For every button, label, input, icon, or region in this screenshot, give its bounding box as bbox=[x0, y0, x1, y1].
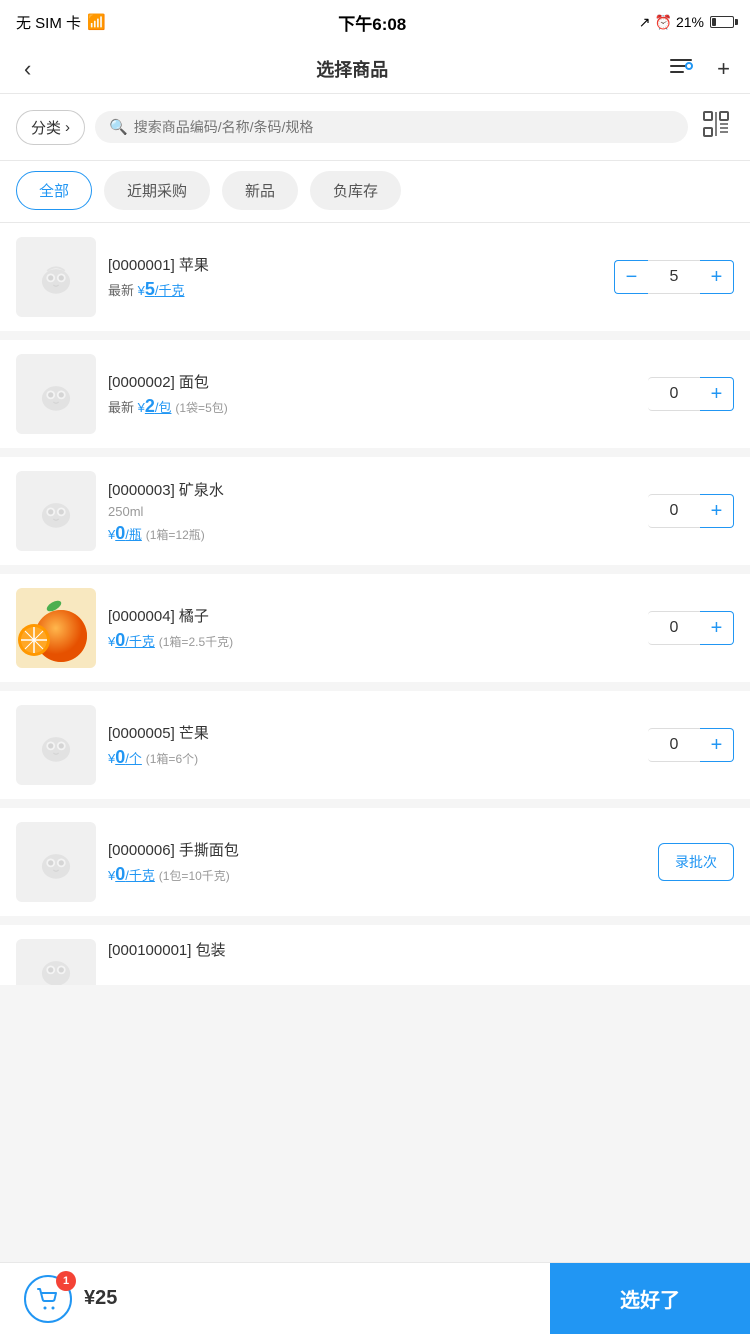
search-bar[interactable]: 🔍 bbox=[95, 111, 688, 143]
back-button[interactable]: ‹ bbox=[16, 48, 39, 90]
quantity-input[interactable] bbox=[648, 728, 700, 762]
quantity-input[interactable] bbox=[648, 377, 700, 411]
quantity-increase-button[interactable]: + bbox=[700, 377, 734, 411]
filter-icon[interactable] bbox=[665, 52, 697, 86]
product-name: [0000006] 手撕面包 bbox=[108, 839, 646, 860]
battery-icon bbox=[710, 16, 734, 28]
product-spec: 250ml bbox=[108, 504, 636, 519]
quantity-control[interactable]: + bbox=[648, 377, 734, 411]
product-name: [0000001] 苹果 bbox=[108, 254, 602, 275]
product-info: [0000004] 橘子 ¥0/千克 (1箱=2.5千克) bbox=[108, 605, 636, 651]
product-image bbox=[16, 588, 96, 668]
search-input[interactable] bbox=[134, 119, 674, 135]
table-row: [0000003] 矿泉水 250ml ¥0/瓶 (1箱=12瓶) + bbox=[0, 457, 750, 565]
quantity-input[interactable] bbox=[648, 260, 700, 294]
product-thumbnail bbox=[16, 354, 96, 434]
cart-svg bbox=[35, 1286, 61, 1312]
cart-section: 1 ¥25 bbox=[0, 1275, 550, 1323]
page-title: 选择商品 bbox=[316, 56, 388, 82]
quantity-input[interactable] bbox=[648, 611, 700, 645]
product-info: [000100001] 包装 bbox=[108, 939, 734, 964]
record-batch-button[interactable]: 录批次 bbox=[658, 843, 734, 881]
tab-new[interactable]: 新品 bbox=[222, 171, 298, 210]
product-thumbnail bbox=[16, 471, 96, 551]
product-thumbnail bbox=[16, 822, 96, 902]
quantity-increase-button[interactable]: + bbox=[700, 728, 734, 762]
location-icon: ↗ bbox=[639, 14, 651, 31]
product-name: [0000002] 面包 bbox=[108, 371, 636, 392]
carrier-label: 无 SIM 卡 bbox=[16, 12, 81, 33]
battery-label: 21% bbox=[676, 14, 704, 30]
product-info: [0000005] 芒果 ¥0/个 (1箱=6个) bbox=[108, 722, 636, 768]
quantity-input[interactable] bbox=[648, 494, 700, 528]
product-price: ¥0/个 (1箱=6个) bbox=[108, 747, 636, 768]
product-thumbnail bbox=[16, 237, 96, 317]
alarm-icon: ⏰ bbox=[655, 14, 672, 31]
product-price: 最新 ¥5/千克 bbox=[108, 279, 602, 300]
product-name: [0000004] 橘子 bbox=[108, 605, 636, 626]
status-bar: 无 SIM 卡 📶 下午6:08 ↗ ⏰ 21% bbox=[0, 0, 750, 44]
quantity-control[interactable]: + bbox=[648, 611, 734, 645]
product-price: ¥0/千克 (1箱=2.5千克) bbox=[108, 630, 636, 651]
add-button[interactable]: + bbox=[713, 52, 734, 86]
table-row: [0000005] 芒果 ¥0/个 (1箱=6个) + bbox=[0, 691, 750, 799]
cart-badge: 1 bbox=[56, 1271, 76, 1291]
quantity-increase-button[interactable]: + bbox=[700, 260, 734, 294]
quantity-control[interactable]: + bbox=[648, 728, 734, 762]
category-arrow: › bbox=[65, 119, 70, 136]
product-thumbnail bbox=[16, 588, 96, 668]
tab-recent[interactable]: 近期采购 bbox=[104, 171, 210, 210]
category-button[interactable]: 分类 › bbox=[16, 110, 85, 145]
product-info: [0000003] 矿泉水 250ml ¥0/瓶 (1箱=12瓶) bbox=[108, 479, 636, 544]
product-info: [0000002] 面包 最新 ¥2/包 (1袋=5包) bbox=[108, 371, 636, 417]
product-price: ¥0/瓶 (1箱=12瓶) bbox=[108, 523, 636, 544]
search-icon: 🔍 bbox=[109, 118, 128, 136]
wifi-icon: 📶 bbox=[87, 13, 106, 31]
category-label: 分类 bbox=[31, 117, 61, 138]
product-thumbnail bbox=[16, 939, 96, 985]
scan-icon[interactable] bbox=[698, 106, 734, 148]
product-thumbnail bbox=[16, 705, 96, 785]
nav-bar: ‹ 选择商品 + bbox=[0, 44, 750, 94]
product-info: [0000006] 手撕面包 ¥0/千克 (1包=10千克) bbox=[108, 839, 646, 885]
product-list: [0000001] 苹果 最新 ¥5/千克 − + bbox=[0, 223, 750, 1066]
product-name: [0000005] 芒果 bbox=[108, 722, 636, 743]
tab-all[interactable]: 全部 bbox=[16, 171, 92, 210]
quantity-control[interactable]: − + bbox=[614, 260, 734, 294]
cart-icon[interactable]: 1 bbox=[24, 1275, 72, 1323]
product-price: 最新 ¥2/包 (1袋=5包) bbox=[108, 396, 636, 417]
table-row: [0000004] 橘子 ¥0/千克 (1箱=2.5千克) + bbox=[0, 574, 750, 682]
status-right: ↗ ⏰ 21% bbox=[639, 14, 734, 31]
confirm-button[interactable]: 选好了 bbox=[550, 1263, 750, 1334]
table-row: [0000002] 面包 最新 ¥2/包 (1袋=5包) + bbox=[0, 340, 750, 448]
filter-bar: 分类 › 🔍 bbox=[0, 94, 750, 161]
quantity-increase-button[interactable]: + bbox=[700, 494, 734, 528]
quantity-control[interactable]: + bbox=[648, 494, 734, 528]
cart-total: ¥25 bbox=[84, 1287, 117, 1310]
status-left: 无 SIM 卡 📶 bbox=[16, 12, 106, 33]
nav-right: + bbox=[665, 52, 734, 86]
quantity-decrease-button[interactable]: − bbox=[614, 260, 648, 294]
bottom-bar: 1 ¥25 选好了 bbox=[0, 1262, 750, 1334]
table-row: [0000001] 苹果 最新 ¥5/千克 − + bbox=[0, 223, 750, 331]
product-price: ¥0/千克 (1包=10千克) bbox=[108, 864, 646, 885]
product-name: [0000003] 矿泉水 bbox=[108, 479, 636, 500]
table-row: [0000006] 手撕面包 ¥0/千克 (1包=10千克) 录批次 bbox=[0, 808, 750, 916]
quantity-increase-button[interactable]: + bbox=[700, 611, 734, 645]
table-row: [000100001] 包装 bbox=[0, 925, 750, 985]
tabs-bar: 全部 近期采购 新品 负库存 bbox=[0, 161, 750, 223]
product-name: [000100001] 包装 bbox=[108, 939, 734, 960]
tab-negative-stock[interactable]: 负库存 bbox=[310, 171, 401, 210]
product-info: [0000001] 苹果 最新 ¥5/千克 bbox=[108, 254, 602, 300]
status-time: 下午6:08 bbox=[338, 10, 406, 35]
